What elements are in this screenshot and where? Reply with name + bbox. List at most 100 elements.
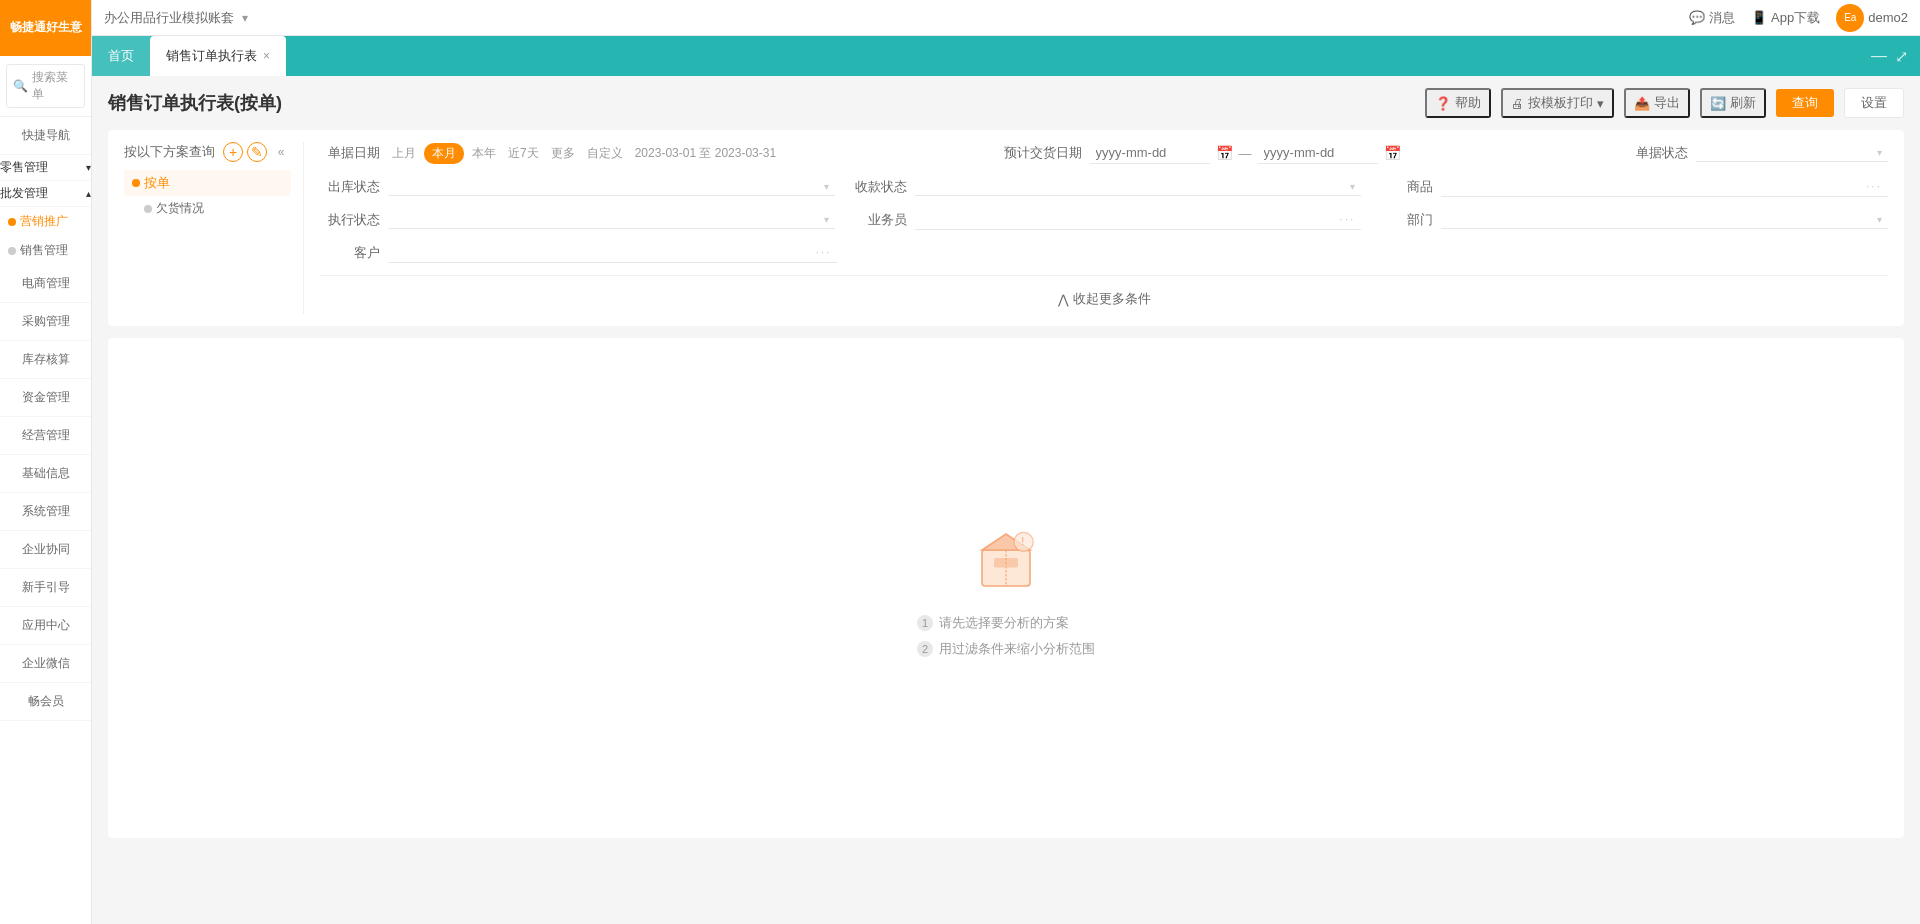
chevron-icon: ▾ bbox=[86, 162, 91, 173]
page-title: 销售订单执行表(按单) bbox=[108, 91, 282, 115]
plan-sub-item-shortage[interactable]: 欠货情况 bbox=[124, 196, 291, 221]
search-panel: 按以下方案查询 + ✎ « 按单 bbox=[108, 130, 1904, 326]
wholesale-children: 营销推广 销售管理 bbox=[0, 207, 91, 265]
exec-status-label: 执行状态 bbox=[320, 211, 380, 229]
search-row-3: 执行状态 ▾ 业务员 ··· bbox=[320, 209, 1888, 230]
expected-date-from[interactable] bbox=[1090, 142, 1210, 164]
sidebar-item-inventory[interactable]: 库存核算 bbox=[0, 341, 91, 379]
collect-status-arrow: ▾ bbox=[1350, 181, 1355, 192]
last-month-tab[interactable]: 上月 bbox=[388, 143, 420, 164]
svg-text:!: ! bbox=[1021, 535, 1024, 547]
customer-more-btn[interactable]: ··· bbox=[815, 245, 831, 259]
sidebar-item-ecommerce[interactable]: 电商管理 bbox=[0, 265, 91, 303]
out-status-label: 出库状态 bbox=[320, 178, 380, 196]
sidebar-item-wholesale[interactable]: 批发管理 ▴ bbox=[0, 181, 91, 207]
export-button[interactable]: 📤 导出 bbox=[1624, 88, 1690, 118]
add-plan-button[interactable]: + bbox=[223, 142, 243, 162]
settings-button[interactable]: 设置 bbox=[1844, 88, 1904, 118]
current-month-tab[interactable]: 本月 bbox=[424, 143, 464, 164]
help-button[interactable]: ❓ 帮助 bbox=[1425, 88, 1491, 118]
last-7days-tab[interactable]: 近7天 bbox=[504, 143, 543, 164]
logo-text: 畅捷通好生意 bbox=[10, 20, 82, 36]
dept-arrow: ▾ bbox=[1877, 214, 1882, 225]
download-icon: 📱 bbox=[1751, 10, 1767, 25]
sidebar-item-operation[interactable]: 经营管理 bbox=[0, 417, 91, 455]
help-icon: ❓ bbox=[1435, 96, 1451, 111]
page-content: 销售订单执行表(按单) ❓ 帮助 🖨 按模板打印 ▾ 📤 导出 🔄 刷新 bbox=[92, 76, 1920, 924]
date-range-text: 2023-03-01 至 2023-03-31 bbox=[635, 145, 776, 162]
collect-status-label: 收款状态 bbox=[847, 178, 907, 196]
message-icon: 💬 bbox=[1689, 10, 1705, 25]
exec-status-field: 执行状态 ▾ bbox=[320, 211, 835, 229]
search-panel-body: 按以下方案查询 + ✎ « 按单 bbox=[124, 142, 1888, 314]
search-menu-button[interactable]: 🔍 搜索菜单 bbox=[6, 64, 85, 108]
print-button[interactable]: 🖨 按模板打印 ▾ bbox=[1501, 88, 1614, 118]
out-status-arrow: ▾ bbox=[824, 181, 829, 192]
sidebar-search[interactable]: 🔍 搜索菜单 bbox=[0, 56, 91, 117]
sidebar-item-basic[interactable]: 基础信息 bbox=[0, 455, 91, 493]
current-year-tab[interactable]: 本年 bbox=[468, 143, 500, 164]
sub-plan-dot bbox=[144, 205, 152, 213]
expected-date-to[interactable] bbox=[1258, 142, 1378, 164]
custom-tab[interactable]: 自定义 bbox=[583, 143, 627, 164]
collapse-button[interactable]: ⋀ 收起更多条件 bbox=[320, 284, 1888, 314]
topbar: 办公用品行业模拟账套 ▾ 💬 消息 📱 App下载 Ea demo2 bbox=[92, 0, 1920, 36]
sidebar-item-newuser[interactable]: 新手引导 bbox=[0, 569, 91, 607]
refresh-button[interactable]: 🔄 刷新 bbox=[1700, 88, 1766, 118]
exec-status-arrow: ▾ bbox=[824, 214, 829, 225]
page-actions: ❓ 帮助 🖨 按模板打印 ▾ 📤 导出 🔄 刷新 查询 bbox=[1425, 88, 1904, 118]
tab-active[interactable]: 销售订单执行表 × bbox=[150, 36, 286, 76]
exec-status-select[interactable]: ▾ bbox=[388, 211, 835, 229]
collect-status-select[interactable]: ▾ bbox=[915, 178, 1362, 196]
expand-icon[interactable]: ⤢ bbox=[1895, 47, 1908, 66]
tip-num-1: 1 bbox=[917, 615, 933, 631]
message-action[interactable]: 💬 消息 bbox=[1689, 9, 1735, 27]
status-select[interactable]: ▾ bbox=[1696, 144, 1888, 162]
cal-icon-from[interactable]: 📅 bbox=[1216, 145, 1233, 161]
collect-status-field: 收款状态 ▾ bbox=[847, 178, 1362, 196]
sidebar-sub-item-sales[interactable]: 销售管理 bbox=[4, 236, 91, 265]
query-button[interactable]: 查询 bbox=[1776, 89, 1834, 117]
expected-date-label: 预计交货日期 bbox=[1004, 144, 1082, 162]
svg-rect-3 bbox=[994, 558, 1018, 568]
dept-label: 部门 bbox=[1373, 211, 1433, 229]
app-logo: 畅捷通好生意 bbox=[0, 0, 91, 56]
sidebar-item-quick-nav[interactable]: 快捷导航 bbox=[0, 117, 91, 155]
cal-icon-to[interactable]: 📅 bbox=[1384, 145, 1401, 161]
app-download-action[interactable]: 📱 App下载 bbox=[1751, 9, 1820, 27]
empty-state: ! 1 请先选择要分析的方案 2 用过滤条件来缩小分析范围 bbox=[917, 518, 1095, 658]
sidebar-section-wholesale: 批发管理 ▴ 营销推广 销售管理 bbox=[0, 181, 91, 265]
sidebar-item-system[interactable]: 系统管理 bbox=[0, 493, 91, 531]
edit-plan-button[interactable]: ✎ bbox=[247, 142, 267, 162]
sidebar-item-finance[interactable]: 资金管理 bbox=[0, 379, 91, 417]
sidebar-item-retail[interactable]: 零售管理 ▾ bbox=[0, 155, 91, 181]
sidebar-item-purchase[interactable]: 采购管理 bbox=[0, 303, 91, 341]
minimize-icon[interactable]: — bbox=[1871, 47, 1887, 65]
main-area: 办公用品行业模拟账套 ▾ 💬 消息 📱 App下载 Ea demo2 首页 bbox=[92, 0, 1920, 924]
collapse-plan-button[interactable]: « bbox=[271, 142, 291, 162]
plan-item-by-order[interactable]: 按单 bbox=[124, 170, 291, 196]
dept-field: 部门 ▾ bbox=[1373, 211, 1888, 229]
more-tab[interactable]: 更多 bbox=[547, 143, 579, 164]
active-plan-dot bbox=[132, 179, 140, 187]
salesperson-field: 业务员 ··· bbox=[847, 209, 1362, 230]
sidebar: 畅捷通好生意 🔍 搜索菜单 快捷导航 零售管理 ▾ 批发管理 ▴ 营销推广 bbox=[0, 0, 92, 924]
goods-more-btn[interactable]: ··· bbox=[1866, 179, 1882, 193]
out-status-field: 出库状态 ▾ bbox=[320, 178, 835, 196]
sidebar-item-wechat[interactable]: 企业微信 bbox=[0, 645, 91, 683]
sidebar-item-appcenter[interactable]: 应用中心 bbox=[0, 607, 91, 645]
sidebar-item-member[interactable]: 畅会员 bbox=[0, 683, 91, 721]
tab-close-icon[interactable]: × bbox=[263, 49, 270, 63]
date-separator: — bbox=[1239, 146, 1252, 161]
sidebar-item-enterprise[interactable]: 企业协同 bbox=[0, 531, 91, 569]
salesperson-label: 业务员 bbox=[847, 211, 907, 229]
tab-home[interactable]: 首页 bbox=[92, 36, 150, 76]
empty-tip-2: 2 用过滤条件来缩小分析范围 bbox=[917, 640, 1095, 658]
user-profile[interactable]: Ea demo2 bbox=[1836, 4, 1908, 32]
sidebar-sub-item-marketing[interactable]: 营销推广 bbox=[4, 207, 91, 236]
dept-select[interactable]: ▾ bbox=[1441, 211, 1888, 229]
out-status-select[interactable]: ▾ bbox=[388, 178, 835, 196]
salesperson-more-btn[interactable]: ··· bbox=[1339, 212, 1355, 226]
search-plan-title: 按以下方案查询 bbox=[124, 143, 215, 161]
topbar-dropdown-icon[interactable]: ▾ bbox=[242, 11, 248, 25]
